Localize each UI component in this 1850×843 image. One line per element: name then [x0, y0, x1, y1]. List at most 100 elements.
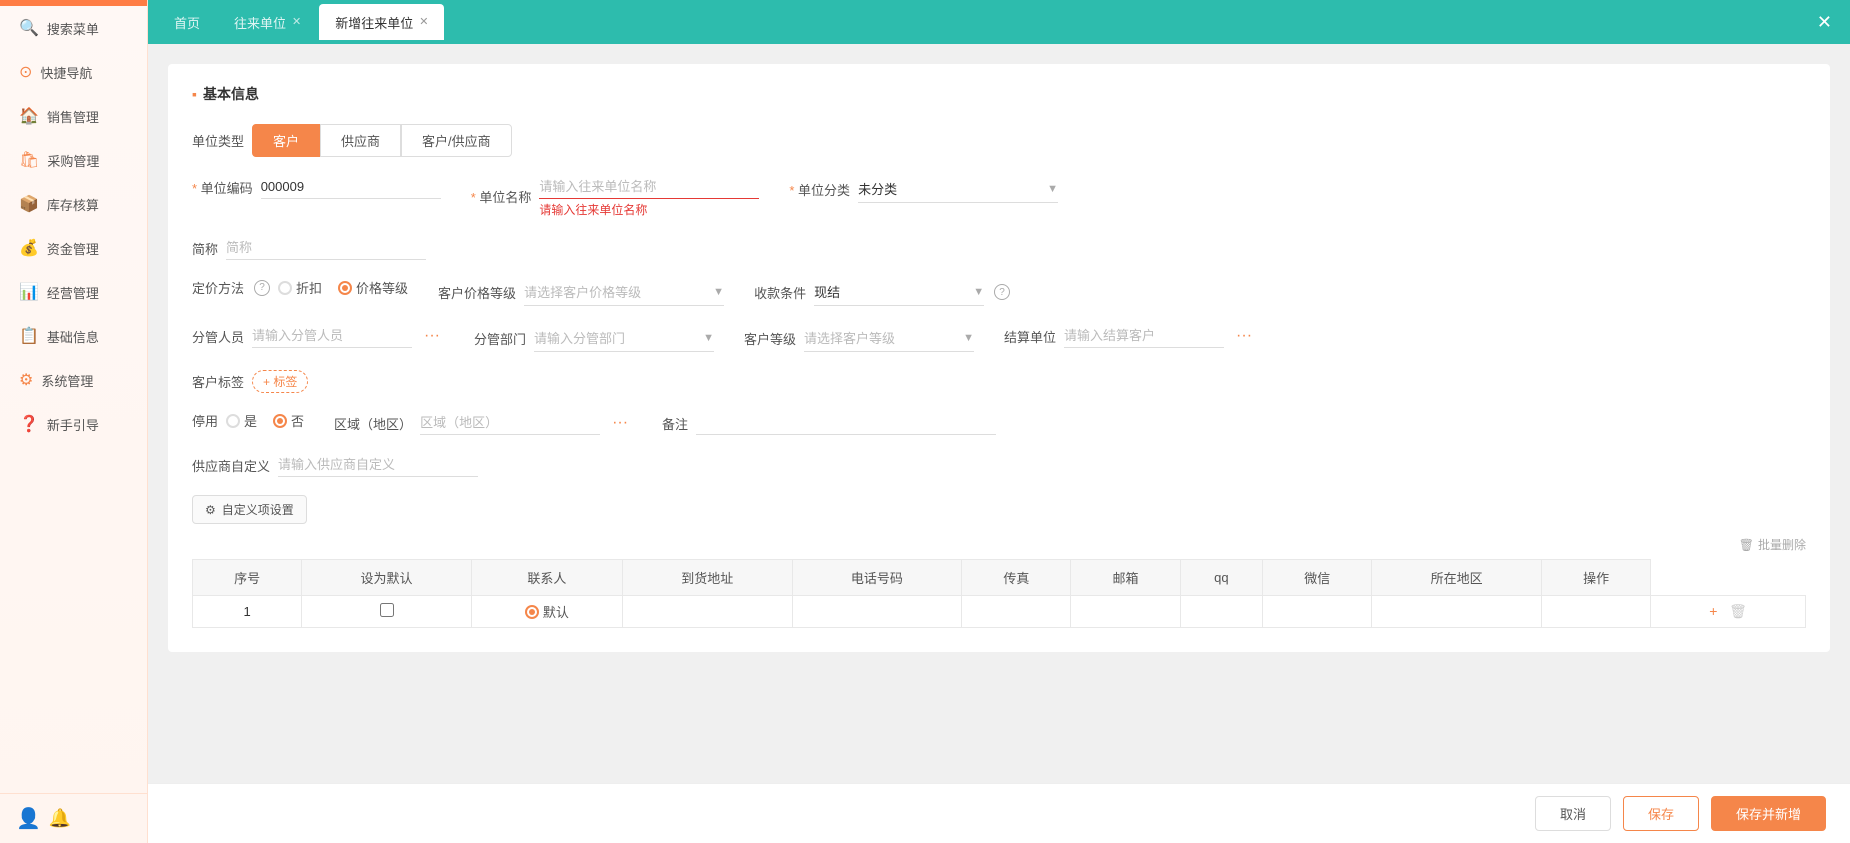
remark-input[interactable] — [696, 411, 996, 435]
abbr-input[interactable] — [226, 236, 426, 260]
row-default-circle — [525, 605, 539, 619]
td-qq — [1263, 596, 1372, 628]
sidebar-item-label: 库存核算 — [47, 195, 99, 214]
tab-new-partner[interactable]: 新增往来单位 ✕ — [319, 4, 444, 40]
section-icon: ▪ — [192, 86, 197, 102]
pricing-radio-discount[interactable]: 折扣 — [278, 278, 322, 297]
unit-code-label: 单位编码 — [192, 178, 253, 197]
pricing-row: 定价方法 ? 折扣 价格等级 客户价格等级 — [192, 278, 1806, 306]
radio-yes-circle — [226, 414, 240, 428]
tab-home[interactable]: 首页 — [158, 4, 216, 40]
disabled-radio-yes[interactable]: 是 — [226, 411, 257, 430]
payment-help-icon[interactable]: ? — [994, 284, 1010, 300]
settings-icon: ⚙ — [205, 503, 216, 517]
unit-name-input[interactable] — [539, 175, 759, 199]
disabled-radio-no[interactable]: 否 — [273, 411, 304, 430]
window-close-btn[interactable]: ✕ — [1809, 8, 1840, 37]
sidebar-item-guide[interactable]: ❓ 新手引导 — [0, 402, 147, 446]
payment-terms-arrow: ▼ — [973, 286, 984, 298]
batch-delete-button[interactable]: 🗑 批量删除 — [1739, 536, 1806, 553]
sidebar-item-quicknav[interactable]: ⊙ 快捷导航 — [0, 50, 147, 94]
finance-icon: 💰 — [19, 238, 39, 258]
row-default-radio[interactable]: 默认 — [482, 602, 612, 621]
footer-bar: 取消 保存 保存并新增 — [148, 783, 1850, 843]
notification-icon[interactable]: 🔔 — [49, 808, 71, 829]
sidebar-item-operations[interactable]: 📊 经营管理 — [0, 270, 147, 314]
th-wechat: 微信 — [1263, 560, 1372, 596]
abbr-label: 简称 — [192, 239, 218, 258]
supervisor-input[interactable] — [252, 324, 412, 348]
unit-type-row: 单位类型 客户 供应商 客户/供应商 — [192, 124, 1806, 157]
supervisor-label: 分管人员 — [192, 327, 244, 346]
row-add-btn[interactable]: + — [1705, 603, 1721, 619]
unit-type-group: 客户 供应商 客户/供应商 — [252, 124, 512, 157]
sidebar-item-basics[interactable]: 📋 基础信息 — [0, 314, 147, 358]
tab-partner-list[interactable]: 往来单位 ✕ — [218, 4, 317, 40]
unit-btn-both[interactable]: 客户/供应商 — [401, 124, 512, 157]
code-name-row: 单位编码 单位名称 请输入往来单位名称 单位分类 未分类 ▼ — [192, 175, 1806, 218]
unit-category-select[interactable]: 未分类 ▼ — [858, 175, 1058, 203]
customer-level-select[interactable]: 请选择客户等级 ▼ — [804, 324, 974, 352]
tab-home-label: 首页 — [174, 13, 200, 32]
dept-arrow: ▼ — [703, 332, 714, 344]
tab-partner-list-close[interactable]: ✕ — [292, 17, 301, 28]
unit-btn-customer[interactable]: 客户 — [252, 124, 320, 157]
td-fax — [1071, 596, 1180, 628]
td-action: + 🗑 — [1651, 596, 1806, 628]
payment-terms-label: 收款条件 — [754, 283, 806, 302]
region-more-btn[interactable]: ··· — [608, 414, 632, 432]
supervisor-more-btn[interactable]: ··· — [420, 327, 444, 345]
sidebar-item-purchase[interactable]: 🛍 采购管理 — [0, 138, 147, 182]
tag-row: 客户标签 + 标签 — [192, 370, 1806, 393]
sidebar-item-inventory[interactable]: 📦 库存核算 — [0, 182, 147, 226]
sidebar-item-search[interactable]: 🔍 搜索菜单 — [0, 6, 147, 50]
save-new-button[interactable]: 保存并新增 — [1711, 796, 1826, 831]
settlement-more-btn[interactable]: ··· — [1232, 327, 1256, 345]
unit-type-label: 单位类型 — [192, 131, 244, 150]
pricing-radio-group: 折扣 价格等级 — [278, 278, 408, 297]
unit-category-label: 单位分类 — [789, 180, 850, 199]
sidebar: 🔍 搜索菜单 ⊙ 快捷导航 🏠 销售管理 🛍 采购管理 📦 库存核算 💰 资金管… — [0, 0, 148, 843]
supplier-custom-input[interactable] — [278, 453, 478, 477]
tab-new-partner-close[interactable]: ✕ — [419, 17, 428, 28]
td-region — [1541, 596, 1650, 628]
cancel-button[interactable]: 取消 — [1535, 796, 1611, 831]
radio-level-label: 价格等级 — [356, 278, 408, 297]
search-icon: 🔍 — [19, 18, 39, 38]
sidebar-item-finance[interactable]: 💰 资金管理 — [0, 226, 147, 270]
row-del-btn[interactable]: 🗑 — [1725, 603, 1751, 620]
payment-terms-select[interactable]: 现结 ▼ — [814, 278, 984, 306]
batch-delete-label: 批量删除 — [1758, 536, 1806, 553]
unit-category-field: 单位分类 未分类 ▼ — [789, 175, 1058, 203]
supplier-custom-row: 供应商自定义 — [192, 453, 1806, 477]
sidebar-item-label: 搜索菜单 — [47, 19, 99, 38]
custom-settings-button[interactable]: ⚙ 自定义项设置 — [192, 495, 307, 524]
customer-price-level-field: 客户价格等级 请选择客户价格等级 ▼ — [438, 278, 724, 306]
supervisor-field: 分管人员 ··· — [192, 324, 444, 348]
table-header-row: 序号 设为默认 联系人 到货地址 电话号码 传真 邮箱 qq 微信 所在地区 操… — [193, 560, 1806, 596]
purchase-icon: 🛍 — [19, 150, 39, 170]
customer-price-level-val: 请选择客户价格等级 — [524, 282, 713, 301]
supplier-custom-label: 供应商自定义 — [192, 456, 270, 475]
save-button[interactable]: 保存 — [1623, 796, 1699, 831]
unit-code-input[interactable] — [261, 175, 441, 199]
pricing-help-icon[interactable]: ? — [254, 280, 270, 296]
tag-add-button[interactable]: + 标签 — [252, 370, 308, 393]
sidebar-item-system[interactable]: ⚙ 系统管理 — [0, 358, 147, 402]
section-title: ▪ 基本信息 — [192, 84, 1806, 104]
customer-level-arrow: ▼ — [963, 332, 974, 344]
supervisor-row: 分管人员 ··· 分管部门 请输入分管部门 ▼ 客户等级 请选择客户等级 ▼ — [192, 324, 1806, 352]
pricing-radio-level[interactable]: 价格等级 — [338, 278, 408, 297]
region-input[interactable] — [420, 411, 600, 435]
dept-select[interactable]: 请输入分管部门 ▼ — [534, 324, 714, 352]
radio-level-circle — [338, 281, 352, 295]
sidebar-item-sales[interactable]: 🏠 销售管理 — [0, 94, 147, 138]
sidebar-item-label: 快捷导航 — [40, 63, 92, 82]
td-address — [792, 596, 962, 628]
th-qq: qq — [1180, 560, 1262, 596]
unit-btn-supplier[interactable]: 供应商 — [320, 124, 401, 157]
customer-price-level-select[interactable]: 请选择客户价格等级 ▼ — [524, 278, 724, 306]
sidebar-bottom: 👤 🔔 — [0, 793, 147, 843]
row-checkbox[interactable] — [380, 603, 394, 617]
settlement-unit-input[interactable] — [1064, 324, 1224, 348]
